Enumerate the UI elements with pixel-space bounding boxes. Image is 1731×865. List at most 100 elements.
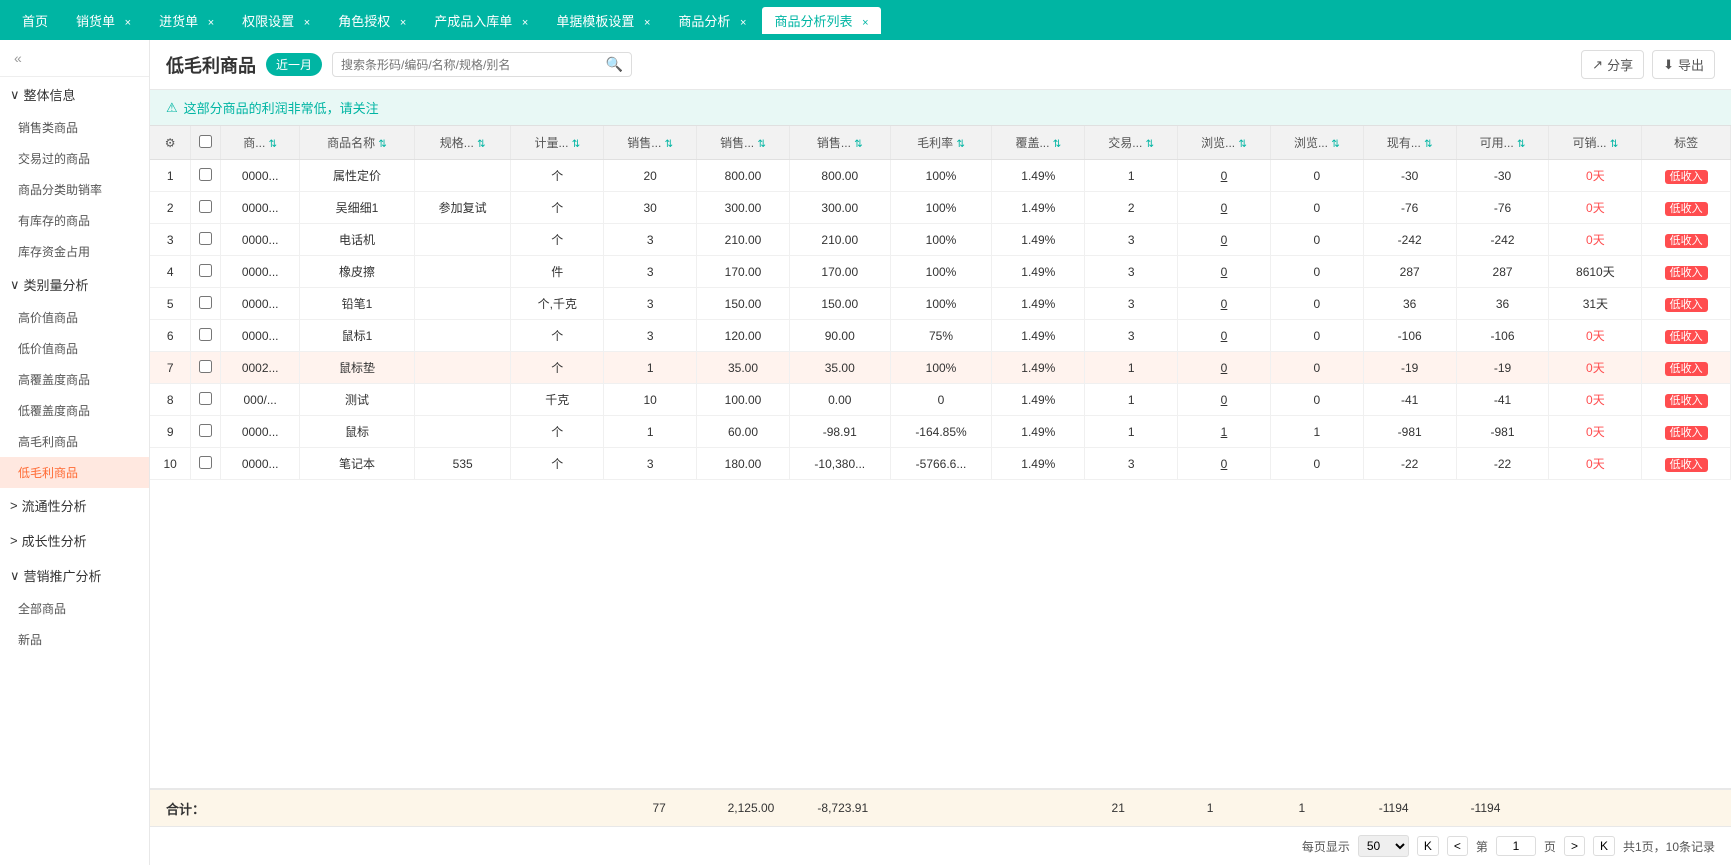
col-checkbox[interactable] <box>191 126 221 160</box>
row-checkbox-2[interactable] <box>191 192 221 224</box>
col-tag[interactable]: 标签 <box>1642 126 1731 160</box>
prev-page-btn[interactable]: < <box>1447 836 1468 856</box>
close-permission-icon[interactable]: × <box>304 17 310 29</box>
row-unit-9: 个 <box>511 416 604 448</box>
notice-bar: ⚠ 这部分商品的利润非常低，请关注 <box>150 90 1731 126</box>
nav-item-sales[interactable]: 销货单 × <box>64 7 143 34</box>
row-views1-9[interactable]: 1 <box>1178 416 1271 448</box>
share-button[interactable]: ↗ 分享 <box>1581 50 1644 79</box>
sidebar-item-category-rate[interactable]: 商品分类助销率 <box>0 174 149 205</box>
col-current-stock[interactable]: 现有... ⇅ <box>1363 126 1456 160</box>
sidebar-item-low-margin[interactable]: 低毛利商品 <box>0 457 149 488</box>
row-views1-10[interactable]: 0 <box>1178 448 1271 480</box>
search-icon[interactable]: 🔍 <box>606 56 623 73</box>
col-views1[interactable]: 浏览... ⇅ <box>1178 126 1271 160</box>
row-views1-8[interactable]: 0 <box>1178 384 1271 416</box>
col-spec[interactable]: 规格... ⇅ <box>414 126 510 160</box>
row-coverage-1: 1.49% <box>992 160 1085 192</box>
last-page-btn[interactable]: K <box>1593 836 1615 856</box>
row-checkbox-3[interactable] <box>191 224 221 256</box>
close-purchase-icon[interactable]: × <box>208 17 214 29</box>
sidebar-item-high-coverage[interactable]: 高覆盖度商品 <box>0 364 149 395</box>
close-product-analysis-icon[interactable]: × <box>740 17 746 29</box>
row-checkbox-5[interactable] <box>191 288 221 320</box>
nav-item-product-entry[interactable]: 产成品入库单 × <box>422 7 540 34</box>
col-transaction[interactable]: 交易... ⇅ <box>1085 126 1178 160</box>
row-tag-2: 低收入 <box>1642 192 1731 224</box>
col-name[interactable]: 商品名称 ⇅ <box>299 126 414 160</box>
sidebar-item-all-goods[interactable]: 全部商品 <box>0 593 149 624</box>
sidebar-group-growth[interactable]: > 成长性分析 <box>0 523 149 558</box>
row-name-2: 吴细细1 <box>299 192 414 224</box>
row-checkbox-1[interactable] <box>191 160 221 192</box>
data-table: ⚙ 商... ⇅ 商品名称 ⇅ 规格... ⇅ 计量... ⇅ 销售... ⇅ … <box>150 126 1731 480</box>
sidebar-group-overall[interactable]: ∨ 整体信息 <box>0 77 149 112</box>
row-coverage-8: 1.49% <box>992 384 1085 416</box>
sidebar-item-stock-capital[interactable]: 库存资金占用 <box>0 236 149 267</box>
data-table-container[interactable]: ⚙ 商... ⇅ 商品名称 ⇅ 规格... ⇅ 计量... ⇅ 销售... ⇅ … <box>150 126 1731 788</box>
row-sales-profit-1: 800.00 <box>789 160 890 192</box>
row-views1-6[interactable]: 0 <box>1178 320 1271 352</box>
nav-item-permission[interactable]: 权限设置 × <box>230 7 322 34</box>
close-role-icon[interactable]: × <box>400 17 406 29</box>
col-code[interactable]: 商... ⇅ <box>221 126 300 160</box>
nav-item-template[interactable]: 单据模板设置 × <box>544 7 662 34</box>
sidebar-item-traded-goods[interactable]: 交易过的商品 <box>0 143 149 174</box>
col-available[interactable]: 可用... ⇅ <box>1456 126 1549 160</box>
row-checkbox-10[interactable] <box>191 448 221 480</box>
col-gross-margin[interactable]: 毛利率 ⇅ <box>890 126 992 160</box>
nav-item-purchase[interactable]: 进货单 × <box>147 7 226 34</box>
row-checkbox-7[interactable] <box>191 352 221 384</box>
page-size-select[interactable]: 50 100 200 <box>1358 835 1409 857</box>
export-button[interactable]: ⬇ 导出 <box>1652 50 1715 79</box>
next-page-btn[interactable]: > <box>1564 836 1585 856</box>
time-filter-btn[interactable]: 近一月 <box>266 53 322 76</box>
row-name-8: 测试 <box>299 384 414 416</box>
row-sales-qty-4: 3 <box>604 256 697 288</box>
row-views1-7[interactable]: 0 <box>1178 352 1271 384</box>
sidebar-item-high-value[interactable]: 高价值商品 <box>0 302 149 333</box>
col-sellable[interactable]: 可销... ⇅ <box>1549 126 1642 160</box>
col-coverage[interactable]: 覆盖... ⇅ <box>992 126 1085 160</box>
page-number-input[interactable] <box>1496 836 1536 856</box>
row-views1-4[interactable]: 0 <box>1178 256 1271 288</box>
row-checkbox-4[interactable] <box>191 256 221 288</box>
table-row: 9 0000... 鼠标 个 1 60.00 -98.91 -164.85% 1… <box>150 416 1731 448</box>
sidebar-group-category[interactable]: ∨ 类别量分析 <box>0 267 149 302</box>
nav-item-role[interactable]: 角色授权 × <box>326 7 418 34</box>
sidebar-group-marketing[interactable]: ∨ 营销推广分析 <box>0 558 149 593</box>
sidebar-collapse-btn[interactable]: « <box>10 46 26 70</box>
sidebar-item-new-goods[interactable]: 新品 <box>0 624 149 655</box>
row-checkbox-9[interactable] <box>191 416 221 448</box>
search-input[interactable] <box>341 58 606 72</box>
row-views1-3[interactable]: 0 <box>1178 224 1271 256</box>
row-views1-2[interactable]: 0 <box>1178 192 1271 224</box>
row-checkbox-6[interactable] <box>191 320 221 352</box>
first-page-btn[interactable]: K <box>1417 836 1439 856</box>
sidebar-item-in-stock[interactable]: 有库存的商品 <box>0 205 149 236</box>
col-sales-qty[interactable]: 销售... ⇅ <box>604 126 697 160</box>
sidebar-item-low-value[interactable]: 低价值商品 <box>0 333 149 364</box>
col-sales-amount[interactable]: 销售... ⇅ <box>697 126 790 160</box>
col-settings[interactable]: ⚙ <box>150 126 191 160</box>
close-template-icon[interactable]: × <box>644 17 650 29</box>
col-views2[interactable]: 浏览... ⇅ <box>1270 126 1363 160</box>
nav-item-home[interactable]: 首页 <box>10 7 60 34</box>
sidebar-item-low-coverage[interactable]: 低覆盖度商品 <box>0 395 149 426</box>
sidebar-group-marketing-label: 营销推广分析 <box>24 566 102 585</box>
row-checkbox-8[interactable] <box>191 384 221 416</box>
close-analysis-list-icon[interactable]: × <box>862 17 868 29</box>
col-sales-profit[interactable]: 销售... ⇅ <box>789 126 890 160</box>
sidebar-item-sales-goods[interactable]: 销售类商品 <box>0 112 149 143</box>
close-sales-icon[interactable]: × <box>125 17 131 29</box>
nav-item-product-analysis[interactable]: 商品分析 × <box>666 7 758 34</box>
close-product-entry-icon[interactable]: × <box>522 17 528 29</box>
row-views1-1[interactable]: 0 <box>1178 160 1271 192</box>
col-unit[interactable]: 计量... ⇅ <box>511 126 604 160</box>
sidebar-item-high-margin[interactable]: 高毛利商品 <box>0 426 149 457</box>
nav-item-analysis-list[interactable]: 商品分析列表 × <box>762 7 880 34</box>
sidebar-group-flow[interactable]: > 流通性分析 <box>0 488 149 523</box>
row-sales-profit-9: -98.91 <box>789 416 890 448</box>
select-all-checkbox[interactable] <box>199 135 212 148</box>
row-views1-5[interactable]: 0 <box>1178 288 1271 320</box>
